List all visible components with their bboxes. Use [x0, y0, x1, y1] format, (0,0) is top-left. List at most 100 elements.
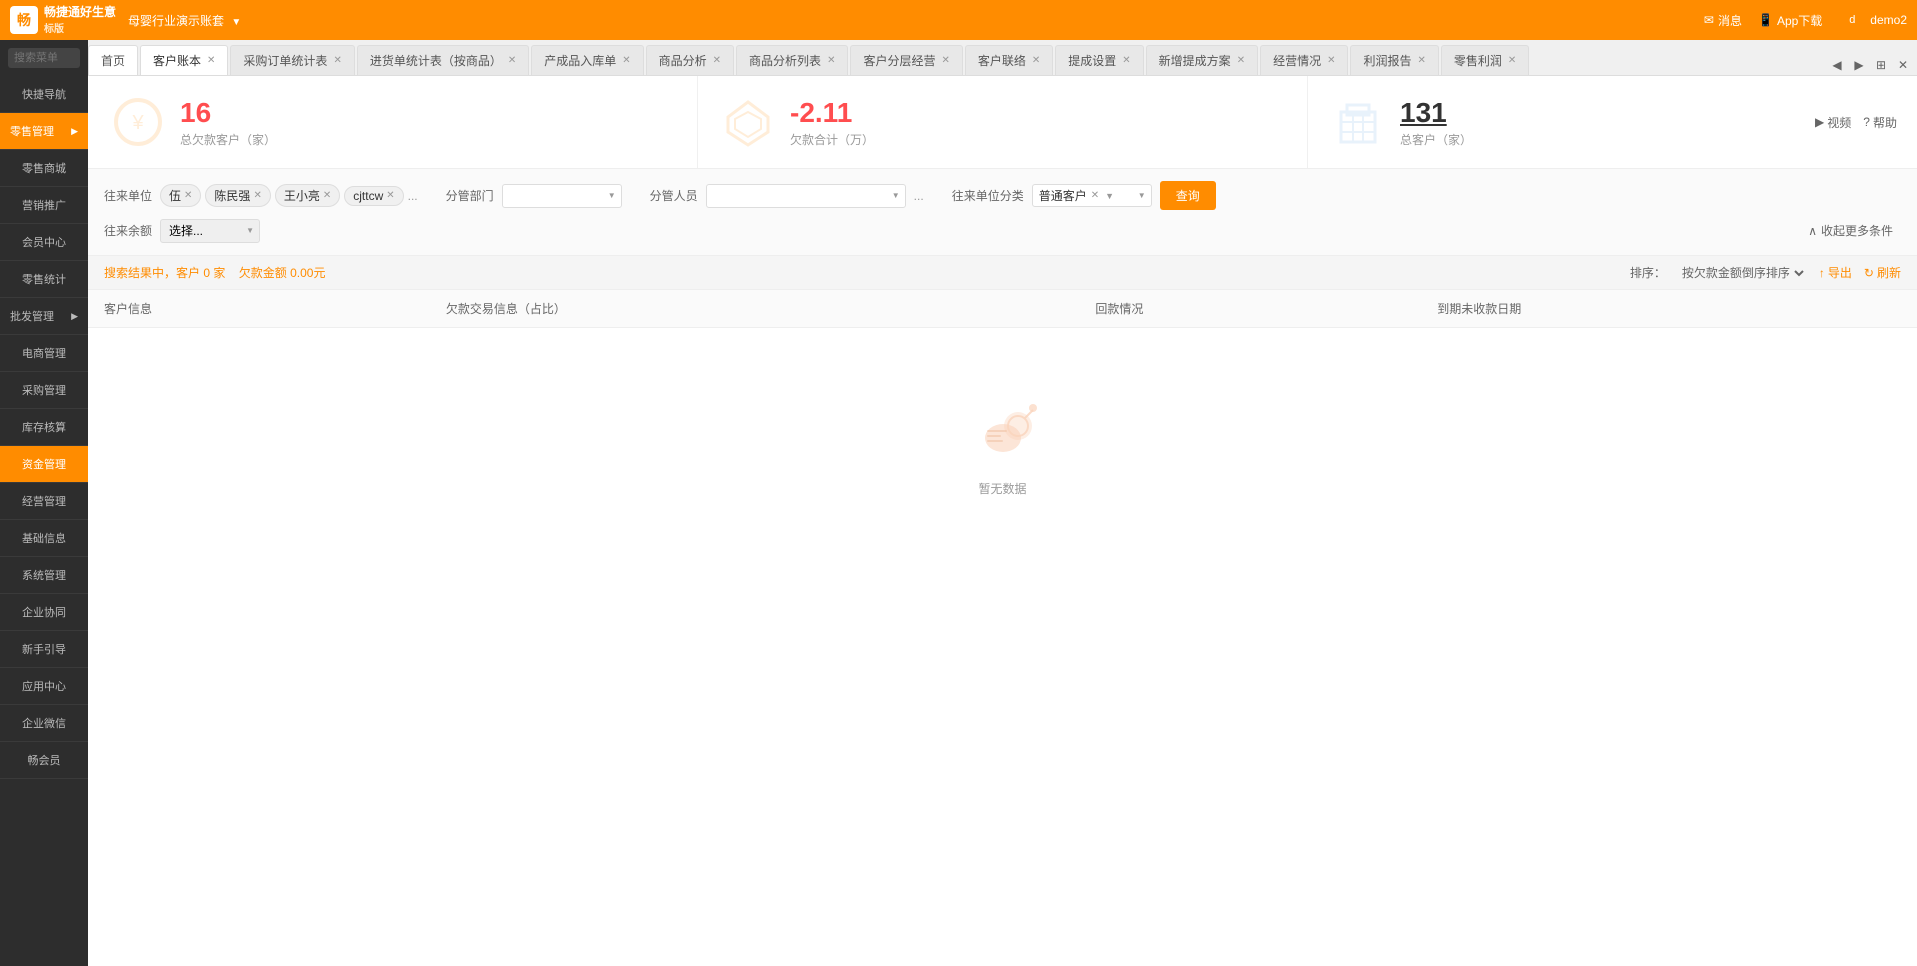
- tab-close-all-btn[interactable]: ✕: [1893, 55, 1913, 75]
- stat-info-total: 131 总客户（家）: [1400, 96, 1472, 149]
- tab-expand-btn[interactable]: ⊞: [1871, 55, 1891, 75]
- tab-close-operation[interactable]: ✕: [1327, 55, 1335, 66]
- sidebar-item-finance[interactable]: 资金管理: [0, 446, 88, 483]
- coin-icon: ¥: [108, 92, 168, 152]
- stat-info-amount: -2.11 欠款合计（万）: [790, 96, 874, 149]
- tab-prev-btn[interactable]: ◀: [1827, 55, 1847, 75]
- sidebar-item-inventory[interactable]: 库存核算: [0, 409, 88, 446]
- tag-close-2[interactable]: ✕: [323, 190, 331, 201]
- export-btn[interactable]: ↑ 导出: [1819, 264, 1852, 281]
- sidebar-item-wholesale[interactable]: 批发管理 ▶: [0, 298, 88, 335]
- help-btn[interactable]: ? 帮助: [1863, 114, 1897, 131]
- person-more-btn[interactable]: ...: [914, 189, 924, 203]
- sidebar-item-newguide[interactable]: 新手引导: [0, 631, 88, 668]
- sidebar-item-quicknav[interactable]: 快捷导航: [0, 76, 88, 113]
- tab-inbound-stats[interactable]: 进货单统计表（按商品） ✕: [357, 45, 529, 75]
- col-customer: 客户信息: [88, 290, 430, 328]
- tab-retail-profit[interactable]: 零售利润 ✕: [1441, 45, 1529, 75]
- unit-tag-1[interactable]: 陈民强 ✕: [205, 184, 270, 207]
- tab-close-product-inbound[interactable]: ✕: [622, 55, 630, 66]
- tag-text-3: cjttcw: [353, 189, 383, 203]
- tab-next-btn[interactable]: ▶: [1849, 55, 1869, 75]
- collapse-arrow: ∧: [1808, 224, 1817, 238]
- tab-close-customer-ledger[interactable]: ✕: [207, 55, 215, 66]
- category-tag-wrap[interactable]: 普通客户 ✕ ▼: [1032, 184, 1152, 207]
- tab-customer-layer[interactable]: 客户分层经营 ✕: [850, 45, 962, 75]
- tab-close-retail-profit[interactable]: ✕: [1508, 55, 1516, 66]
- tab-close-inbound[interactable]: ✕: [508, 55, 516, 66]
- collapse-btn[interactable]: ∧ 收起更多条件: [1800, 218, 1901, 243]
- tab-customer-ledger[interactable]: 客户账本 ✕: [140, 45, 228, 75]
- video-label: 视频: [1827, 114, 1851, 131]
- tag-close-1[interactable]: ✕: [253, 190, 261, 201]
- sidebar-item-member[interactable]: 会员中心: [0, 224, 88, 261]
- app-download-label: App下载: [1777, 12, 1822, 29]
- tab-purchase-order[interactable]: 采购订单统计表 ✕: [230, 45, 354, 75]
- tab-label: 客户联络: [978, 52, 1026, 69]
- tab-close-product-analysis[interactable]: ✕: [713, 55, 721, 66]
- filter-more-btn[interactable]: ...: [408, 189, 418, 203]
- collapse-label: 收起更多条件: [1821, 222, 1893, 239]
- col-repayment: 回款情况: [1079, 290, 1421, 328]
- tab-commission-settings[interactable]: 提成设置 ✕: [1055, 45, 1143, 75]
- stat-label-amount: 欠款合计（万）: [790, 131, 874, 148]
- sidebar-item-retail-stats[interactable]: 零售统计: [0, 261, 88, 298]
- tab-close-commission[interactable]: ✕: [1122, 55, 1130, 66]
- tab-close-profit[interactable]: ✕: [1418, 55, 1426, 66]
- tab-close-new-commission[interactable]: ✕: [1237, 55, 1245, 66]
- tab-new-commission[interactable]: 新增提成方案 ✕: [1146, 45, 1258, 75]
- sidebar-item-appcenter[interactable]: 应用中心: [0, 668, 88, 705]
- refresh-btn[interactable]: ↻ 刷新: [1864, 264, 1901, 281]
- unit-tag-0[interactable]: 伍 ✕: [160, 184, 201, 207]
- store-selector[interactable]: 母婴行业演示账套 ▼: [128, 12, 241, 29]
- tab-close-purchase[interactable]: ✕: [333, 55, 341, 66]
- tab-product-inbound[interactable]: 产成品入库单 ✕: [531, 45, 643, 75]
- sort-select[interactable]: 按欠款金额倒序排序: [1678, 265, 1807, 281]
- tab-close-contact[interactable]: ✕: [1032, 55, 1040, 66]
- unit-tag-2[interactable]: 王小亮 ✕: [275, 184, 340, 207]
- tab-profit-report[interactable]: 利润报告 ✕: [1350, 45, 1438, 75]
- video-btn[interactable]: ▶ 视频: [1815, 114, 1851, 131]
- sidebar-item-enterprise[interactable]: 企业协同: [0, 594, 88, 631]
- logo-icon: 畅: [10, 6, 38, 34]
- tab-product-analysis-list[interactable]: 商品分析列表 ✕: [736, 45, 848, 75]
- tabs-controls: ◀ ▶ ⊞ ✕: [1827, 55, 1917, 75]
- sidebar-item-system[interactable]: 系统管理: [0, 557, 88, 594]
- sidebar-item-wechat[interactable]: 企业微信: [0, 705, 88, 742]
- sidebar-item-operation[interactable]: 经营管理: [0, 483, 88, 520]
- stat-item-total: 131 总客户（家） ▶ 视频 ? 帮助: [1308, 76, 1917, 168]
- person-select[interactable]: [706, 184, 906, 208]
- sidebar-item-retail-shop[interactable]: 零售商城: [0, 150, 88, 187]
- unit-tag-3[interactable]: cjttcw ✕: [344, 186, 403, 206]
- sidebar-item-purchase[interactable]: 采购管理: [0, 372, 88, 409]
- sidebar-item-ecommerce[interactable]: 电商管理: [0, 335, 88, 372]
- message-btn[interactable]: ✉ 消息: [1704, 12, 1742, 29]
- tab-operation[interactable]: 经营情况 ✕: [1260, 45, 1348, 75]
- tag-close-3[interactable]: ✕: [386, 190, 394, 201]
- sidebar-item-basic[interactable]: 基础信息: [0, 520, 88, 557]
- diamond-icon: [718, 92, 778, 152]
- query-button[interactable]: 查询: [1160, 181, 1216, 210]
- tab-close-product-list[interactable]: ✕: [827, 55, 835, 66]
- user-avatar-btn[interactable]: d demo2: [1838, 6, 1907, 34]
- sidebar-search-wrap: [0, 40, 88, 76]
- store-dropdown-arrow: ▼: [231, 17, 241, 28]
- tab-customer-contact[interactable]: 客户联络 ✕: [965, 45, 1053, 75]
- result-bar: 搜索结果中，客户 0 家 欠款金额 0.00元 排序： 按欠款金额倒序排序: [88, 256, 1917, 290]
- tab-home[interactable]: 首页: [88, 45, 138, 75]
- dept-select[interactable]: [502, 184, 622, 208]
- sidebar-item-marketing[interactable]: 营销推广: [0, 187, 88, 224]
- category-tag-close[interactable]: ✕: [1091, 190, 1099, 201]
- sidebar-item-retail[interactable]: 零售管理 ▶: [0, 113, 88, 150]
- sidebar-item-member2[interactable]: 畅会员: [0, 742, 88, 779]
- app-download-btn[interactable]: 📱 App下载: [1758, 12, 1822, 29]
- sidebar: 快捷导航 零售管理 ▶ 零售商城 营销推广 会员中心 零售统计 批发管理 ▶ 电…: [0, 40, 88, 966]
- tab-product-analysis[interactable]: 商品分析 ✕: [646, 45, 734, 75]
- logo-text-wrap: 畅捷通好生意 标版: [44, 5, 116, 34]
- sidebar-search-input[interactable]: [8, 48, 80, 68]
- tag-close-0[interactable]: ✕: [184, 190, 192, 201]
- amount-select[interactable]: 选择...: [160, 219, 260, 243]
- tab-close-customer-layer[interactable]: ✕: [941, 55, 949, 66]
- category-input-wrap: 普通客户 ✕ ▼: [1032, 184, 1152, 207]
- tab-label: 商品分析: [659, 52, 707, 69]
